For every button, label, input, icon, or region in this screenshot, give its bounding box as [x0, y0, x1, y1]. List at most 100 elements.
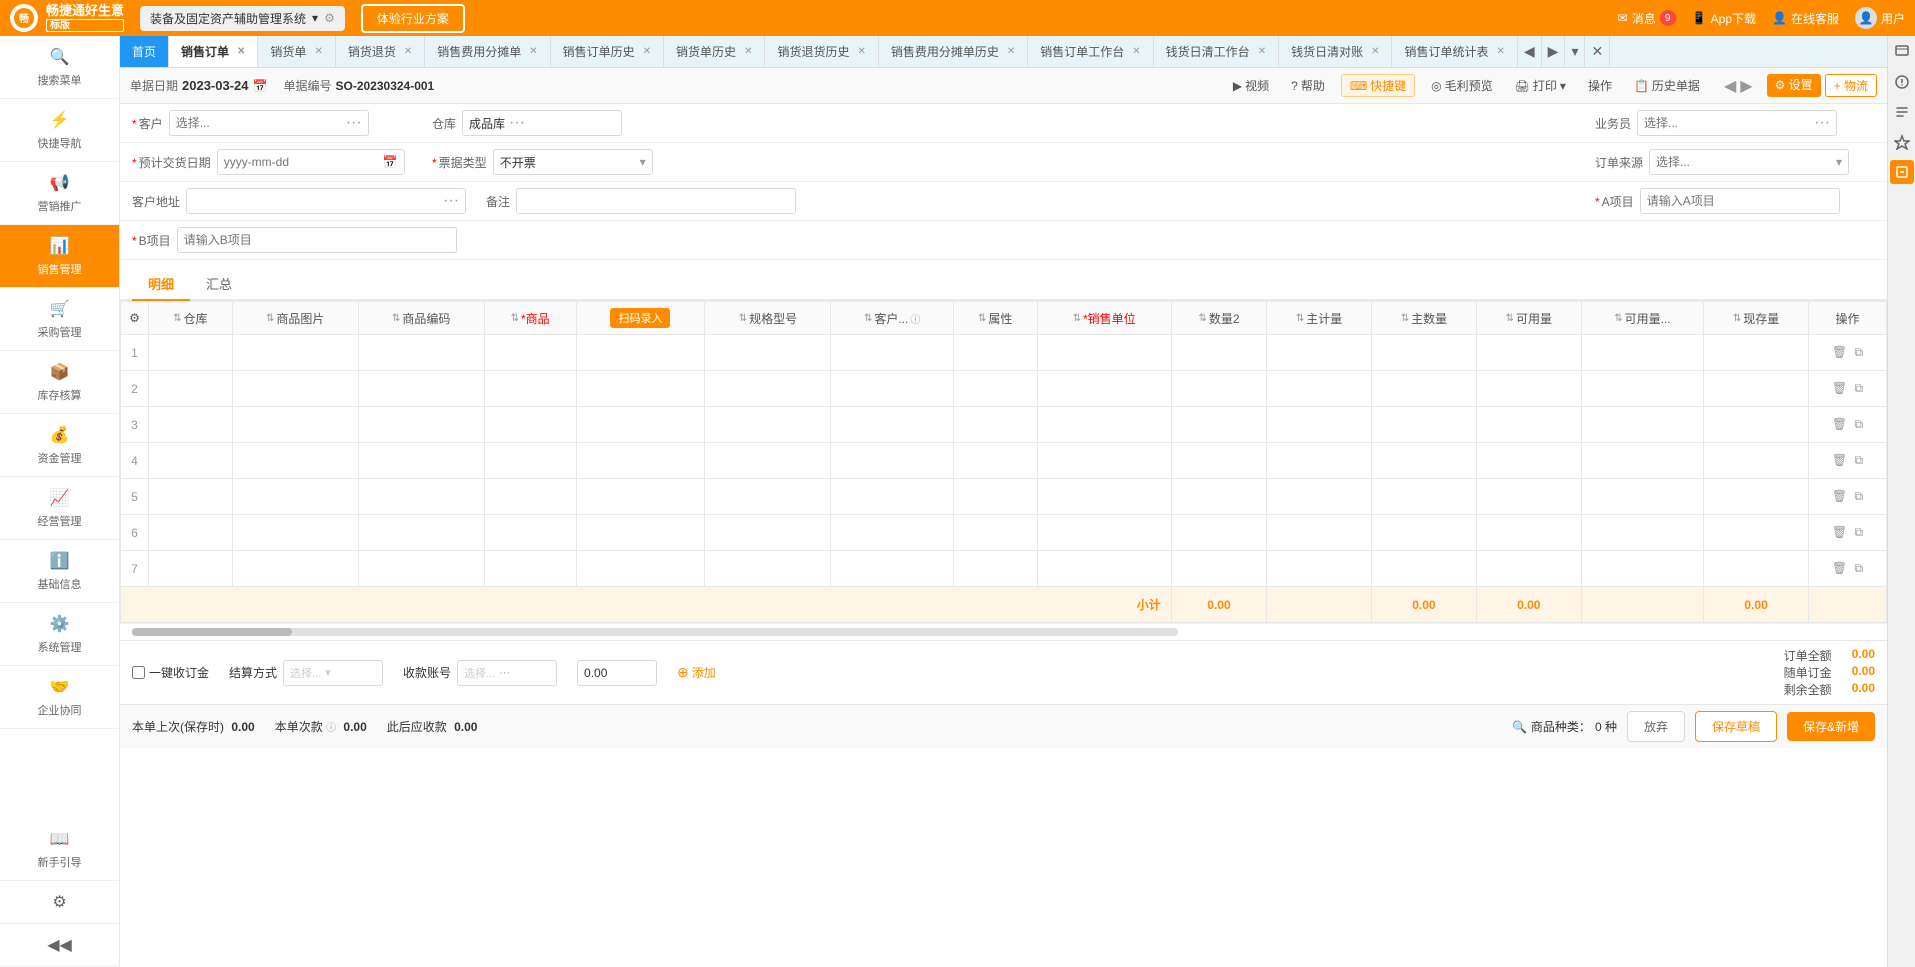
row-4-delete-icon[interactable]: 🗑	[1832, 453, 1847, 467]
sidebar-item-sales[interactable]: 📊 销售管理	[0, 225, 119, 288]
row-1-available[interactable]	[1476, 335, 1581, 371]
row-6-sales-unit[interactable]	[1037, 515, 1171, 551]
col-main-unit[interactable]: ⇅ 主计量	[1267, 302, 1372, 335]
row-2-product[interactable]	[484, 371, 576, 407]
row-1-scan[interactable]	[576, 335, 705, 371]
row-6-scan[interactable]	[576, 515, 705, 551]
row-3-sales-unit[interactable]	[1037, 407, 1171, 443]
row-5-image[interactable]	[232, 479, 358, 515]
row-7-stock[interactable]	[1704, 551, 1809, 587]
history-btn[interactable]: 📋 历史单据	[1628, 75, 1706, 96]
row-1-warehouse[interactable]	[149, 335, 233, 371]
row-3-copy-icon[interactable]: ⧉	[1854, 417, 1863, 431]
row-2-attributes[interactable]	[953, 371, 1037, 407]
row-1-available2[interactable]	[1581, 335, 1703, 371]
row-4-actions[interactable]: 🗑 ⧉	[1808, 443, 1886, 479]
row-3-available[interactable]	[1476, 407, 1581, 443]
row-6-main-unit[interactable]	[1267, 515, 1372, 551]
row-3-code[interactable]	[358, 407, 484, 443]
notification-item[interactable]: ✉ 消息 9	[1618, 10, 1676, 27]
warehouse-input-wrapper[interactable]: 成品库 ···	[462, 110, 622, 136]
row-6-code[interactable]	[358, 515, 484, 551]
settings-btn-orange[interactable]: ⚙ 设置	[1767, 74, 1821, 97]
row-5-code[interactable]	[358, 479, 484, 515]
order-source-dropdown-icon[interactable]: ▾	[1836, 155, 1842, 169]
row-4-sales-unit[interactable]	[1037, 443, 1171, 479]
row-1-image[interactable]	[232, 335, 358, 371]
row-3-main-qty[interactable]	[1372, 407, 1477, 443]
row-4-scan[interactable]	[576, 443, 705, 479]
row-5-stock[interactable]	[1704, 479, 1809, 515]
right-panel-btn-2[interactable]	[1890, 70, 1914, 94]
app-download-item[interactable]: 📱 App下载	[1692, 10, 1756, 27]
settings-icon[interactable]: ⚙	[324, 11, 335, 25]
tab-sales-fee[interactable]: 销售费用分摊单 ✕	[425, 36, 550, 68]
row-6-product[interactable]	[484, 515, 576, 551]
tab-sales-order-close[interactable]: ✕	[237, 46, 245, 57]
row-3-spec[interactable]	[705, 407, 831, 443]
tab-return-history-close[interactable]: ✕	[857, 46, 865, 57]
col-customer-code[interactable]: ⇅ 客户... ⓘ	[831, 302, 953, 335]
col-product[interactable]: ⇅ *商品	[484, 302, 576, 335]
tab-next[interactable]: ▶	[1542, 36, 1566, 68]
row-6-copy-icon[interactable]: ⧉	[1854, 525, 1863, 539]
right-panel-btn-3[interactable]	[1890, 100, 1914, 124]
row-3-main-unit[interactable]	[1267, 407, 1372, 443]
row-7-image[interactable]	[232, 551, 358, 587]
account-expand-icon[interactable]: ···	[499, 667, 510, 679]
tab-daily-clear-close[interactable]: ✕	[1258, 46, 1266, 57]
row-3-qty2[interactable]	[1171, 407, 1266, 443]
tab-workbench-close[interactable]: ✕	[1132, 46, 1140, 57]
table-scrollbar[interactable]	[132, 628, 1178, 636]
sidebar-item-guide[interactable]: 📖 新手引导	[0, 818, 119, 881]
row-7-available[interactable]	[1476, 551, 1581, 587]
row-3-scan[interactable]	[576, 407, 705, 443]
row-1-actions[interactable]: 🗑 ⧉	[1808, 335, 1886, 371]
sidebar-item-enterprise[interactable]: 🤝 企业协同	[0, 666, 119, 729]
right-panel-btn-1[interactable]	[1890, 40, 1914, 64]
address-wrapper[interactable]: ···	[186, 188, 466, 214]
row-7-product[interactable]	[484, 551, 576, 587]
amount-input-wrapper[interactable]: 0.00	[577, 660, 657, 686]
tab-sales-slip-close[interactable]: ✕	[314, 46, 322, 57]
nav-next-btn[interactable]: ▶	[1740, 76, 1752, 96]
row-2-sales-unit[interactable]	[1037, 371, 1171, 407]
system-title[interactable]: 装备及固定资产辅助管理系统 ▾ ⚙	[140, 6, 345, 31]
row-5-main-qty[interactable]	[1372, 479, 1477, 515]
tab-slip-history-close[interactable]: ✕	[744, 46, 752, 57]
b-project-wrapper[interactable]	[177, 227, 457, 253]
row-4-attributes[interactable]	[953, 443, 1037, 479]
row-2-available[interactable]	[1476, 371, 1581, 407]
row-4-qty2[interactable]	[1171, 443, 1266, 479]
salesperson-expand-icon[interactable]: ···	[1814, 114, 1830, 132]
row-7-code[interactable]	[358, 551, 484, 587]
industry-btn[interactable]: 体验行业方案	[361, 4, 465, 33]
col-spec[interactable]: ⇅ 规格型号	[705, 302, 831, 335]
sidebar-item-basic[interactable]: ℹ️ 基础信息	[0, 540, 119, 603]
row-1-copy-icon[interactable]: ⧉	[1854, 345, 1863, 359]
row-1-delete-icon[interactable]: 🗑	[1832, 345, 1847, 359]
row-3-available2[interactable]	[1581, 407, 1703, 443]
row-3-delete-icon[interactable]: 🗑	[1832, 417, 1847, 431]
tab-order-history[interactable]: 销售订单历史 ✕	[551, 36, 664, 68]
scrollbar-thumb[interactable]	[132, 628, 292, 636]
row-5-product[interactable]	[484, 479, 576, 515]
row-5-available2[interactable]	[1581, 479, 1703, 515]
tab-home[interactable]: 首页	[120, 36, 169, 68]
row-2-available2[interactable]	[1581, 371, 1703, 407]
col-qty2[interactable]: ⇅ 数量2	[1171, 302, 1266, 335]
tab-close-all[interactable]: ✕	[1585, 36, 1610, 68]
tab-sales-return[interactable]: 销货退货 ✕	[336, 36, 425, 68]
scan-btn[interactable]: 扫码录入	[610, 308, 670, 328]
a-project-input[interactable]	[1647, 194, 1833, 208]
row-4-stock[interactable]	[1704, 443, 1809, 479]
row-7-main-qty[interactable]	[1372, 551, 1477, 587]
row-4-available2[interactable]	[1581, 443, 1703, 479]
row-6-stock[interactable]	[1704, 515, 1809, 551]
row-1-spec[interactable]	[705, 335, 831, 371]
salesperson-input[interactable]	[1644, 116, 1810, 130]
tab-workbench[interactable]: 销售订单工作台 ✕	[1028, 36, 1153, 68]
row-1-stock[interactable]	[1704, 335, 1809, 371]
tab-fee-history-close[interactable]: ✕	[1007, 46, 1015, 57]
discard-btn[interactable]: 放弃	[1627, 711, 1685, 742]
